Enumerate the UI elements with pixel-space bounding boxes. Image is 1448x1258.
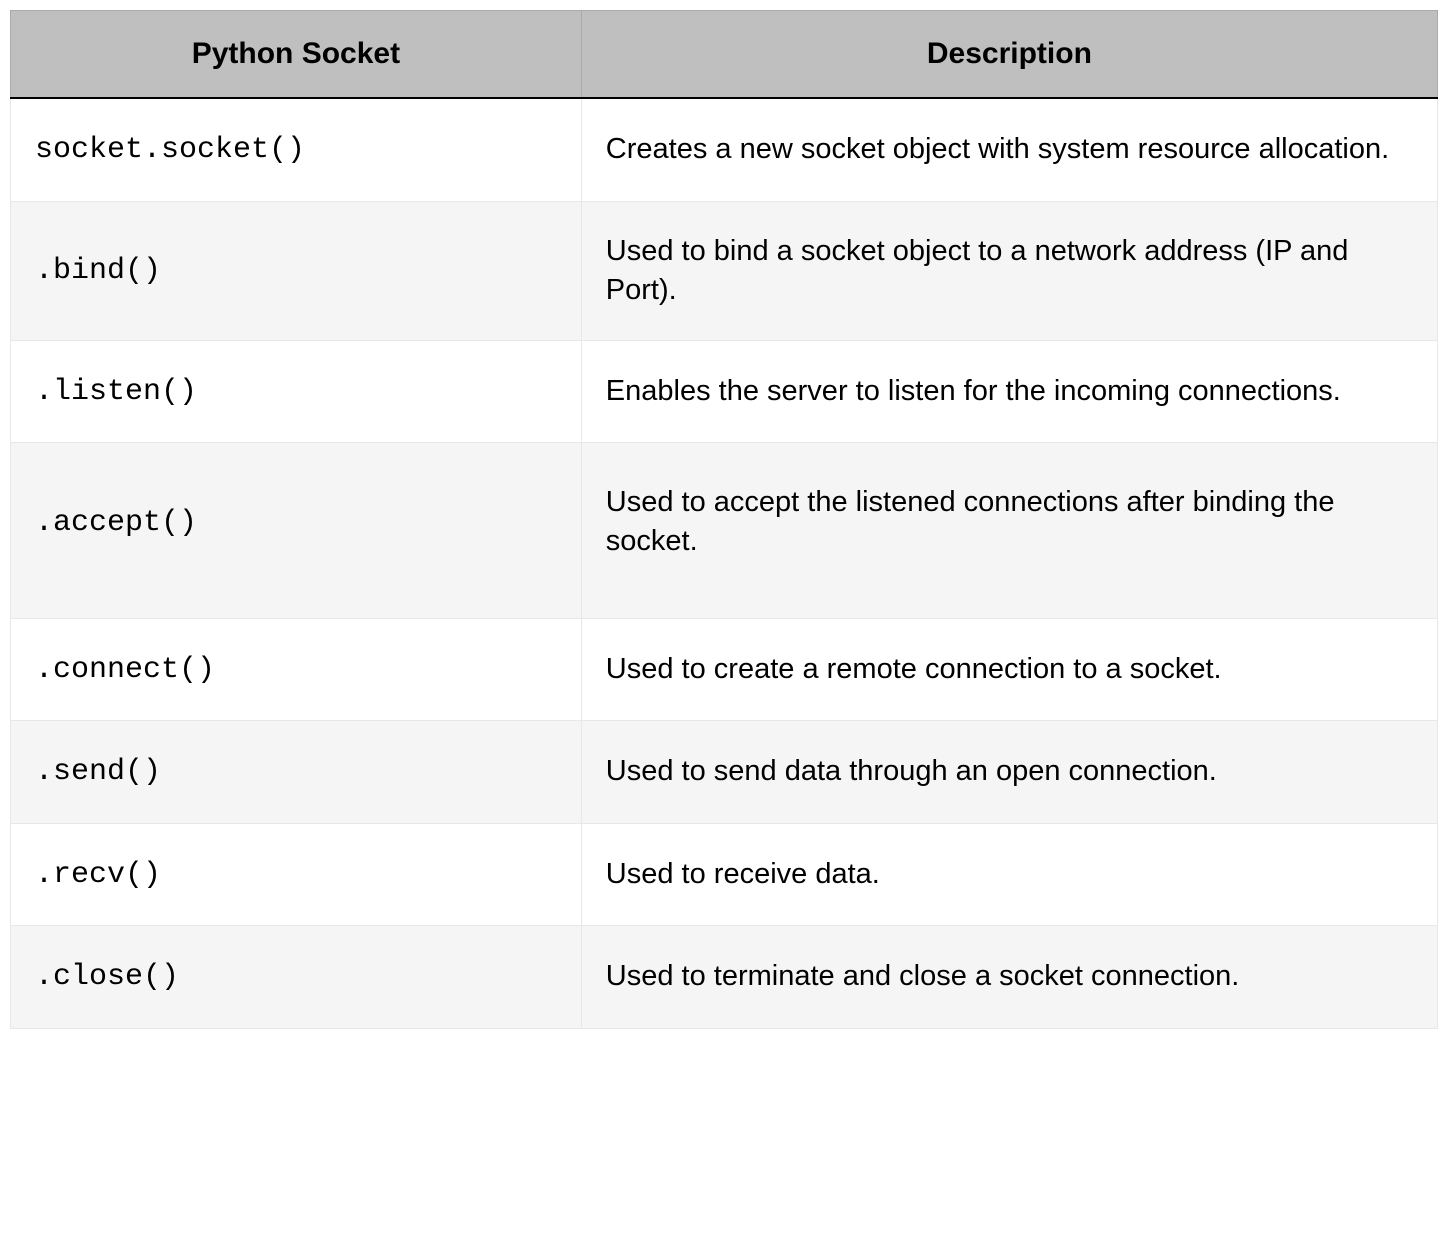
socket-description: Used to send data through an open connec… bbox=[581, 721, 1437, 824]
header-col-socket: Python Socket bbox=[11, 11, 582, 99]
socket-method: .connect() bbox=[35, 653, 215, 687]
socket-method: socket.socket() bbox=[35, 133, 305, 167]
socket-description: Creates a new socket object with system … bbox=[581, 98, 1437, 201]
socket-method: .listen() bbox=[35, 375, 197, 409]
socket-description: Used to create a remote connection to a … bbox=[581, 618, 1437, 721]
table-row: socket.socket() Creates a new socket obj… bbox=[11, 98, 1438, 201]
table-row: .close() Used to terminate and close a s… bbox=[11, 926, 1438, 1029]
socket-description: Used to receive data. bbox=[581, 823, 1437, 926]
socket-method: .close() bbox=[35, 960, 179, 994]
table-row: .listen() Enables the server to listen f… bbox=[11, 340, 1438, 443]
socket-method: .accept() bbox=[35, 506, 197, 540]
socket-description: Used to bind a socket object to a networ… bbox=[581, 201, 1437, 340]
socket-description: Used to terminate and close a socket con… bbox=[581, 926, 1437, 1029]
table-row: .recv() Used to receive data. bbox=[11, 823, 1438, 926]
socket-method: .recv() bbox=[35, 858, 161, 892]
table-row: .bind() Used to bind a socket object to … bbox=[11, 201, 1438, 340]
header-col-description: Description bbox=[581, 11, 1437, 99]
table-row: .connect() Used to create a remote conne… bbox=[11, 618, 1438, 721]
table-row: .accept() Used to accept the listened co… bbox=[11, 443, 1438, 618]
table-header-row: Python Socket Description bbox=[11, 11, 1438, 99]
socket-description: Enables the server to listen for the inc… bbox=[581, 340, 1437, 443]
table-row: .send() Used to send data through an ope… bbox=[11, 721, 1438, 824]
socket-method: .send() bbox=[35, 755, 161, 789]
socket-description: Used to accept the listened connections … bbox=[581, 443, 1437, 618]
socket-methods-table: Python Socket Description socket.socket(… bbox=[10, 10, 1438, 1029]
socket-method: .bind() bbox=[35, 254, 161, 288]
